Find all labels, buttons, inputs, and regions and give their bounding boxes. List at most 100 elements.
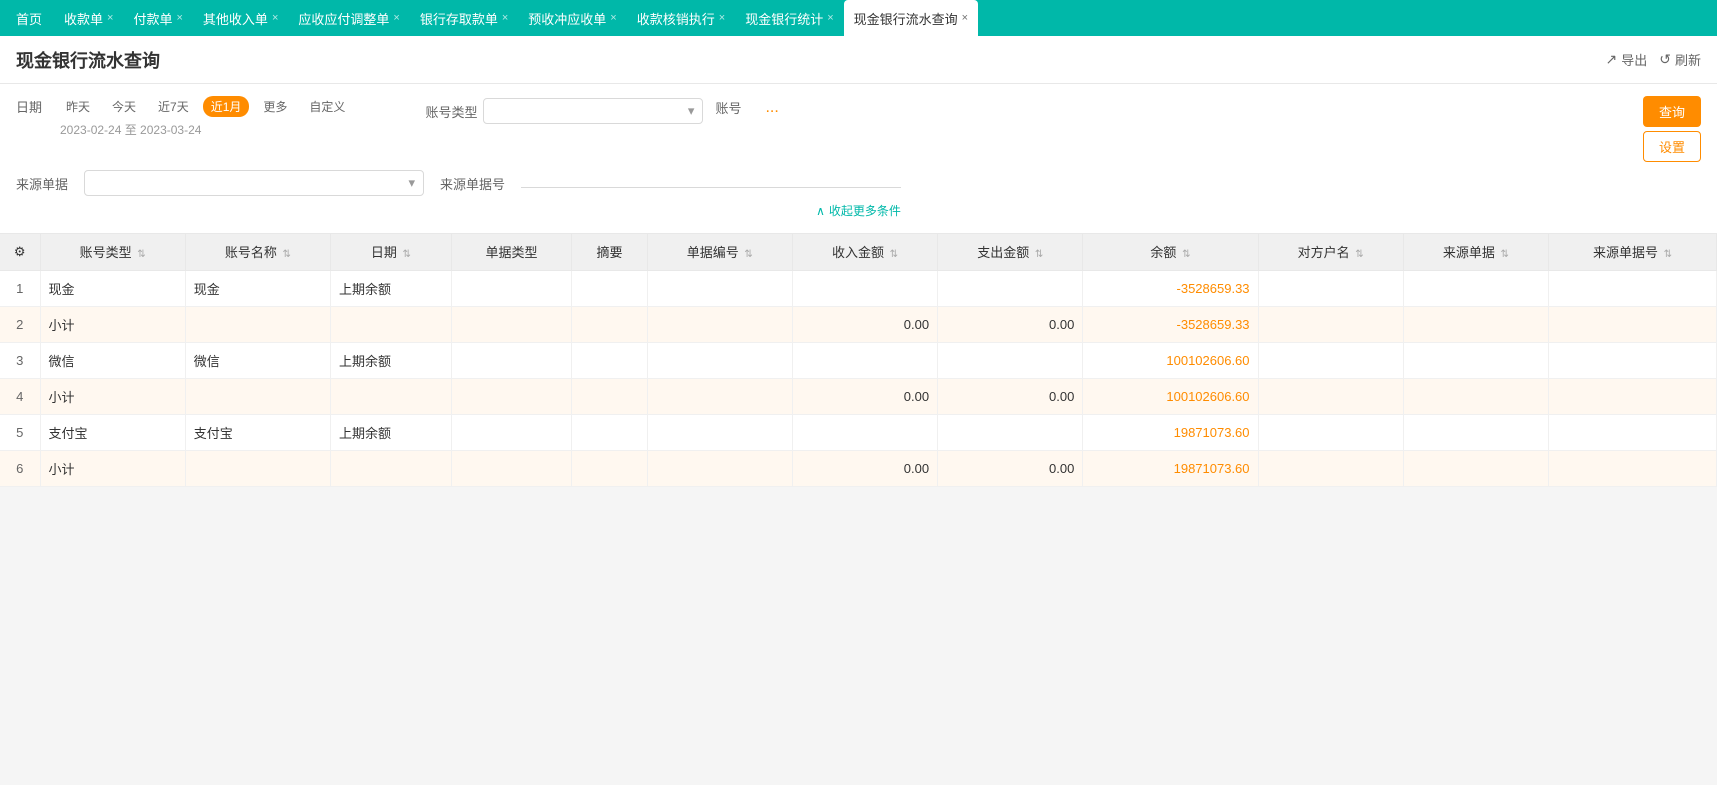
row-balance: 19871073.60 — [1083, 450, 1258, 486]
row-expense — [938, 414, 1083, 450]
settings-button[interactable]: 设置 — [1643, 131, 1701, 162]
date-btn-today[interactable]: 今天 — [104, 96, 144, 117]
table-row[interactable]: 1现金现金上期余额-3528659.33 — [0, 270, 1717, 306]
close-icon-5[interactable]: × — [610, 12, 616, 24]
row-date — [330, 450, 451, 486]
date-btn-more[interactable]: 更多 — [255, 96, 295, 117]
source-doc-id-input[interactable] — [521, 179, 901, 188]
sort-icon-expense[interactable]: ⇅ — [1035, 249, 1043, 260]
close-icon-3[interactable]: × — [393, 12, 399, 24]
date-btn-yesterday[interactable]: 昨天 — [58, 96, 98, 117]
row-balance: 19871073.60 — [1083, 414, 1258, 450]
row-date: 上期余额 — [330, 414, 451, 450]
date-btn-1month[interactable]: 近1月 — [203, 96, 250, 117]
account-type-label: 账号类型 — [425, 102, 477, 121]
row-counterpart — [1258, 378, 1403, 414]
sort-icon-source-doc[interactable]: ⇅ — [1501, 249, 1509, 260]
row-no: 3 — [0, 342, 40, 378]
nav-tab-7[interactable]: 现金银行统计 × — [735, 0, 843, 36]
table-row[interactable]: 3微信微信上期余额100102606.60 — [0, 342, 1717, 378]
col-doc-no: 单据编号 ⇅ — [647, 234, 792, 270]
nav-tab-2[interactable]: 其他收入单 × — [193, 0, 288, 36]
nav-tab-6-label: 收款核销执行 — [637, 9, 715, 28]
nav-home[interactable]: 首页 — [4, 0, 54, 36]
nav-tab-2-label: 其他收入单 — [203, 9, 268, 28]
col-expense: 支出金额 ⇅ — [938, 234, 1083, 270]
row-source-doc-no — [1549, 270, 1717, 306]
close-icon-1[interactable]: × — [176, 12, 182, 24]
row-source-doc — [1403, 414, 1548, 450]
nav-tab-4-label: 银行存取款单 — [420, 9, 498, 28]
nav-tab-3[interactable]: 应收应付调整单 × — [288, 0, 409, 36]
sort-icon-account-name[interactable]: ⇅ — [282, 249, 290, 260]
table-row[interactable]: 4小计0.000.00100102606.60 — [0, 378, 1717, 414]
sort-icon-date[interactable]: ⇅ — [402, 249, 410, 260]
date-btn-custom[interactable]: 自定义 — [301, 96, 353, 117]
row-income — [792, 270, 937, 306]
close-icon-7[interactable]: × — [827, 12, 833, 24]
filter-area: 日期 昨天 今天 近7天 近1月 更多 自定义 2023-02-24 至 202… — [0, 84, 1717, 234]
refresh-button[interactable]: ↺ 刷新 — [1659, 50, 1701, 69]
close-icon-6[interactable]: × — [719, 12, 725, 24]
close-icon-0[interactable]: × — [107, 12, 113, 24]
sort-icon-doc-no[interactable]: ⇅ — [744, 249, 752, 260]
table-row[interactable]: 5支付宝支付宝上期余额19871073.60 — [0, 414, 1717, 450]
col-settings[interactable]: ⚙ — [0, 234, 40, 270]
nav-tab-5-label: 预收冲应收单 — [528, 9, 606, 28]
row-expense — [938, 342, 1083, 378]
row-balance: 100102606.60 — [1083, 342, 1258, 378]
account-type-select[interactable]: ▾ — [483, 98, 703, 124]
row-source-doc — [1403, 306, 1548, 342]
close-icon-8[interactable]: × — [962, 12, 968, 24]
nav-tab-4[interactable]: 银行存取款单 × — [410, 0, 518, 36]
sort-icon-source-doc-no[interactable]: ⇅ — [1664, 249, 1672, 260]
gear-icon[interactable]: ⚙ — [14, 244, 26, 259]
nav-tab-6[interactable]: 收款核销执行 × — [627, 0, 735, 36]
collapse-row[interactable]: ∧ 收起更多条件 — [16, 196, 1701, 221]
sort-icon-account-type[interactable]: ⇅ — [137, 249, 145, 260]
col-account-name: 账号名称 ⇅ — [185, 234, 330, 270]
nav-tab-5[interactable]: 预收冲应收单 × — [518, 0, 626, 36]
nav-tab-0-label: 收款单 — [64, 9, 103, 28]
account-dots-btn[interactable]: ... — [765, 99, 778, 117]
sort-icon-balance[interactable]: ⇅ — [1182, 249, 1190, 260]
collapse-label: 收起更多条件 — [829, 202, 901, 219]
nav-tab-8[interactable]: 现金银行流水查询 × — [844, 0, 978, 36]
chevron-down-icon: ▾ — [688, 103, 695, 119]
query-button[interactable]: 查询 — [1643, 96, 1701, 127]
row-doc-type — [451, 270, 572, 306]
row-expense — [938, 270, 1083, 306]
header-actions: ↗ 导出 ↺ 刷新 — [1606, 50, 1702, 69]
nav-tab-3-label: 应收应付调整单 — [298, 9, 389, 28]
row-source-doc-no — [1549, 342, 1717, 378]
table-row[interactable]: 6小计0.000.0019871073.60 — [0, 450, 1717, 486]
nav-tab-1[interactable]: 付款单 × — [123, 0, 192, 36]
sort-icon-income[interactable]: ⇅ — [890, 249, 898, 260]
top-nav: 首页 收款单 × 付款单 × 其他收入单 × 应收应付调整单 × 银行存取款单 … — [0, 0, 1717, 36]
row-no: 4 — [0, 378, 40, 414]
source-doc-select[interactable]: ▾ — [84, 170, 424, 196]
row-doc-type — [451, 378, 572, 414]
export-button[interactable]: ↗ 导出 — [1606, 50, 1648, 69]
sort-icon-counterpart[interactable]: ⇅ — [1355, 249, 1363, 260]
row-doc-type — [451, 306, 572, 342]
close-icon-2[interactable]: × — [272, 12, 278, 24]
export-label: 导出 — [1621, 50, 1647, 69]
col-doc-type: 单据类型 — [451, 234, 572, 270]
row-summary — [572, 414, 647, 450]
nav-tab-7-label: 现金银行统计 — [745, 9, 823, 28]
data-table: ⚙ 账号类型 ⇅ 账号名称 ⇅ 日期 ⇅ 单据类型 摘要 单据编号 — [0, 234, 1717, 487]
date-btn-7days[interactable]: 近7天 — [150, 96, 197, 117]
row-account-type: 小计 — [40, 378, 185, 414]
nav-home-label: 首页 — [16, 9, 42, 28]
date-filter-label: 日期 — [16, 97, 52, 116]
table-row[interactable]: 2小计0.000.00-3528659.33 — [0, 306, 1717, 342]
nav-tab-0[interactable]: 收款单 × — [54, 0, 123, 36]
row-no: 6 — [0, 450, 40, 486]
row-date: 上期余额 — [330, 270, 451, 306]
row-source-doc-no — [1549, 414, 1717, 450]
row-summary — [572, 450, 647, 486]
row-balance: -3528659.33 — [1083, 306, 1258, 342]
close-icon-4[interactable]: × — [502, 12, 508, 24]
row-counterpart — [1258, 306, 1403, 342]
